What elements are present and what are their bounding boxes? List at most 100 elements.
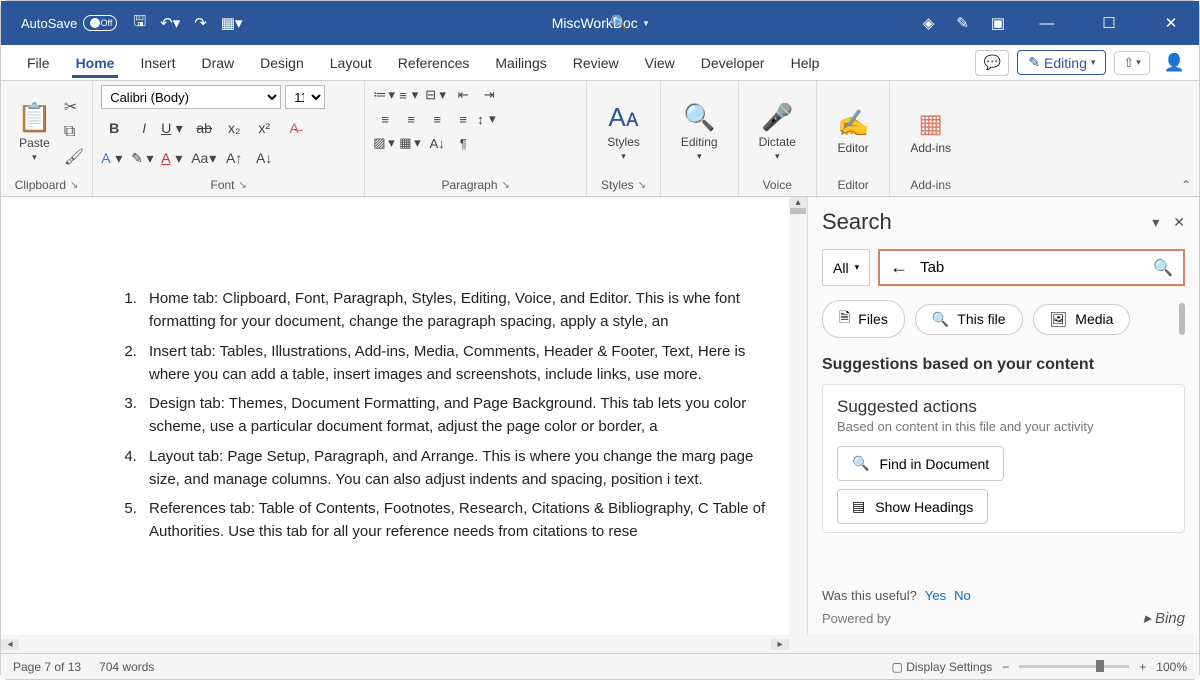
text-effects-button[interactable]: A▾ xyxy=(101,147,127,169)
font-color-button[interactable]: A▾ xyxy=(161,147,187,169)
window-icon[interactable]: ▣ xyxy=(991,14,1005,32)
grow-font-button[interactable]: A↑ xyxy=(221,147,247,169)
tab-design[interactable]: Design xyxy=(248,49,316,77)
chevron-down-icon[interactable]: ▾ xyxy=(1152,214,1159,231)
feedback-yes[interactable]: Yes xyxy=(925,588,946,603)
zoom-out-button[interactable]: − xyxy=(1002,660,1009,674)
autosave-control[interactable]: AutoSave Off xyxy=(21,15,117,31)
pill-media[interactable]: 🖼Media xyxy=(1033,304,1131,335)
underline-button[interactable]: U▾ xyxy=(161,117,187,139)
back-icon[interactable]: ← xyxy=(890,257,908,278)
word-count[interactable]: 704 words xyxy=(99,660,154,674)
tab-review[interactable]: Review xyxy=(561,49,631,77)
redo-icon[interactable]: ↷ xyxy=(194,14,207,32)
tab-mailings[interactable]: Mailings xyxy=(483,49,558,77)
styles-launcher[interactable]: ↘ xyxy=(638,180,646,191)
document-page[interactable]: Home tab: Clipboard, Font, Paragraph, St… xyxy=(1,197,807,570)
copy-icon[interactable]: ⧉ xyxy=(64,123,84,141)
brush-icon[interactable]: ✎ xyxy=(956,14,969,32)
pill-overflow[interactable] xyxy=(1179,303,1185,335)
tab-references[interactable]: References xyxy=(386,49,482,77)
document-name[interactable]: MiscWorkDoc▾ xyxy=(552,15,649,31)
search-scope-button[interactable]: All▾ xyxy=(822,249,870,286)
cut-icon[interactable]: ✂ xyxy=(64,97,84,117)
tab-draw[interactable]: Draw xyxy=(189,49,246,77)
shrink-font-button[interactable]: A↓ xyxy=(251,147,277,169)
bold-button[interactable]: B xyxy=(101,117,127,139)
font-name-select[interactable]: Calibri (Body) xyxy=(101,85,281,109)
list-item[interactable]: Design tab: Themes, Document Formatting,… xyxy=(141,392,767,439)
strikethrough-button[interactable]: ab xyxy=(191,117,217,139)
highlight-button[interactable]: ✎▾ xyxy=(131,147,157,169)
clear-format-button[interactable]: A̶ xyxy=(281,117,307,139)
clipboard-launcher[interactable]: ↘ xyxy=(70,180,78,191)
scroll-up-icon[interactable]: ▴ xyxy=(789,197,807,208)
list-item[interactable]: Layout tab: Page Setup, Paragraph, and A… xyxy=(141,445,767,492)
borders-button[interactable]: ▦▾ xyxy=(399,133,423,153)
search-go-icon[interactable]: 🔍 xyxy=(1153,258,1173,278)
person-icon[interactable]: 👤 xyxy=(1164,53,1185,73)
tab-insert[interactable]: Insert xyxy=(128,49,187,77)
collapse-ribbon-icon[interactable]: ⌃ xyxy=(1181,178,1191,192)
paste-button[interactable]: 📋Paste▾ xyxy=(9,95,60,169)
search-icon[interactable]: 🔍 xyxy=(610,14,629,32)
maximize-button[interactable]: ☐ xyxy=(1089,14,1129,32)
vertical-scrollbar[interactable]: ▴ xyxy=(789,197,807,635)
scroll-right-icon[interactable]: ▸ xyxy=(771,639,789,650)
list-item[interactable]: References tab: Table of Contents, Footn… xyxy=(141,497,767,544)
close-pane-icon[interactable]: ✕ xyxy=(1173,214,1185,231)
zoom-level[interactable]: 100% xyxy=(1156,660,1187,674)
addins-button[interactable]: ▦Add-ins xyxy=(898,102,963,161)
editing-mode-button[interactable]: ✎Editing▾ xyxy=(1017,50,1106,75)
change-case-button[interactable]: Aa▾ xyxy=(191,147,217,169)
horizontal-scrollbar[interactable]: ◂ ▸ xyxy=(1,635,1199,653)
zoom-in-button[interactable]: + xyxy=(1139,660,1146,674)
action-show-headings[interactable]: ▤Show Headings xyxy=(837,489,988,524)
tab-view[interactable]: View xyxy=(633,49,687,77)
shading-button[interactable]: ▨▾ xyxy=(373,133,397,153)
editing-group-button[interactable]: 🔍Editing▾ xyxy=(669,96,730,168)
pill-thisfile[interactable]: 🔍This file xyxy=(915,304,1023,335)
zoom-slider[interactable] xyxy=(1019,665,1129,668)
list-item[interactable]: Insert tab: Tables, Illustrations, Add-i… xyxy=(141,340,767,387)
align-center-button[interactable]: ≡ xyxy=(399,109,423,129)
diamond-icon[interactable]: ◈ xyxy=(923,14,935,32)
italic-button[interactable]: I xyxy=(131,117,157,139)
action-find-in-document[interactable]: 🔍Find in Document xyxy=(837,446,1004,481)
comment-button[interactable]: 💬 xyxy=(975,50,1009,76)
close-button[interactable]: ✕ xyxy=(1151,14,1191,32)
list-item[interactable]: Home tab: Clipboard, Font, Paragraph, St… xyxy=(141,287,767,334)
display-settings[interactable]: ▢ Display Settings xyxy=(892,660,993,674)
multilevel-button[interactable]: ⊟▾ xyxy=(425,85,449,105)
editor-button[interactable]: ✍Editor xyxy=(825,102,881,161)
tab-layout[interactable]: Layout xyxy=(318,49,384,77)
decrease-indent-button[interactable]: ⇤ xyxy=(451,85,475,105)
dictate-button[interactable]: 🎤Dictate▾ xyxy=(747,96,808,168)
sort-button[interactable]: A↓ xyxy=(425,133,449,153)
subscript-button[interactable]: x₂ xyxy=(221,117,247,139)
tab-help[interactable]: Help xyxy=(779,49,832,77)
show-marks-button[interactable]: ¶ xyxy=(451,133,475,153)
line-spacing-button[interactable]: ↕▾ xyxy=(477,109,501,129)
superscript-button[interactable]: x² xyxy=(251,117,277,139)
format-painter-icon[interactable]: 🖌 xyxy=(64,147,84,167)
tab-file[interactable]: File xyxy=(15,49,62,77)
pill-files[interactable]: 🗎Files xyxy=(822,300,905,338)
share-button[interactable]: ⇧ ▾ xyxy=(1114,51,1149,75)
tab-developer[interactable]: Developer xyxy=(689,49,777,77)
table-icon[interactable]: ▦▾ xyxy=(221,14,243,32)
undo-icon[interactable]: ↶▾ xyxy=(160,14,180,32)
align-right-button[interactable]: ≡ xyxy=(425,109,449,129)
font-launcher[interactable]: ↘ xyxy=(239,180,247,191)
minimize-button[interactable]: — xyxy=(1027,15,1067,32)
font-size-select[interactable]: 11 xyxy=(285,85,325,109)
scroll-left-icon[interactable]: ◂ xyxy=(1,639,19,650)
save-icon[interactable]: 🖫 xyxy=(133,11,146,36)
paragraph-launcher[interactable]: ↘ xyxy=(502,180,510,191)
document-area[interactable]: Home tab: Clipboard, Font, Paragraph, St… xyxy=(1,197,807,635)
styles-button[interactable]: AᴀStyles▾ xyxy=(595,96,652,168)
numbering-button[interactable]: ≡▾ xyxy=(399,85,423,105)
autosave-toggle[interactable]: Off xyxy=(83,15,117,31)
increase-indent-button[interactable]: ⇥ xyxy=(477,85,501,105)
align-left-button[interactable]: ≡ xyxy=(373,109,397,129)
